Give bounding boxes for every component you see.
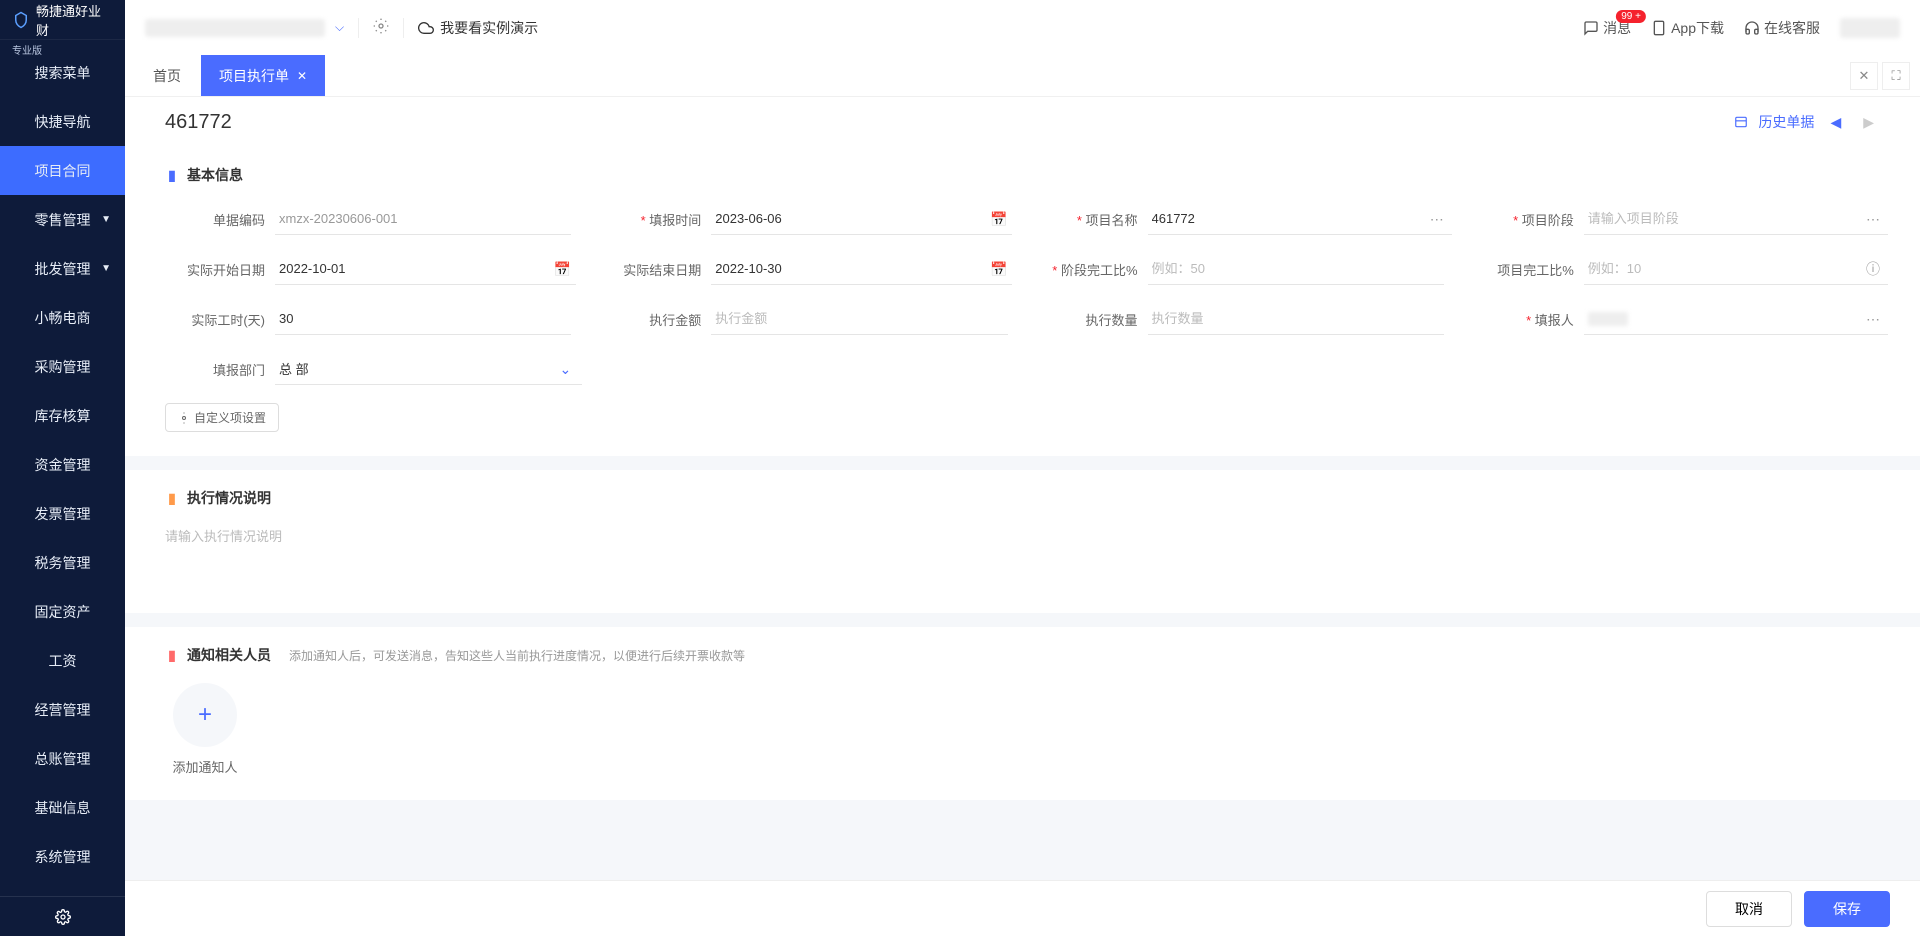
toolbar: 461772 历史单据 ◀ ▶ xyxy=(125,97,1920,147)
chevron-down-icon: ⌵ xyxy=(335,20,344,35)
nav-item-7[interactable]: 库存核算 xyxy=(0,391,125,440)
next-arrow[interactable]: ▶ xyxy=(1857,114,1880,131)
reporter-input[interactable] xyxy=(1584,303,1888,335)
cloud-icon xyxy=(418,20,434,36)
message-icon xyxy=(1583,20,1599,36)
nav-item-4[interactable]: 批发管理▼ xyxy=(0,244,125,293)
demo-link[interactable]: 我要看实例演示 xyxy=(418,18,538,38)
app-download[interactable]: App下载 xyxy=(1651,18,1724,38)
exec-textarea[interactable] xyxy=(165,526,1880,586)
cancel-button[interactable]: 取消 xyxy=(1706,891,1792,927)
nav-item-10[interactable]: 税务管理 xyxy=(0,538,125,587)
header-gear[interactable] xyxy=(373,18,389,37)
tab-0[interactable]: 首页 xyxy=(135,55,199,96)
nav-item-12[interactable]: 工资 xyxy=(0,636,125,685)
nav-item-3[interactable]: 零售管理▼ xyxy=(0,195,125,244)
qty-input[interactable] xyxy=(1148,303,1444,335)
section-basic: ▮ 基本信息 单据编码 填报时间📅 项目名称⋯ 项目阶段⋯ 实际开始日期📅 实际… xyxy=(125,147,1920,456)
logo: 畅捷通好业财 xyxy=(0,0,125,40)
close-icon[interactable]: ✕ xyxy=(297,69,307,83)
page-title: 461772 xyxy=(165,111,232,134)
messages[interactable]: 消息 99 + xyxy=(1583,18,1631,38)
tab-1[interactable]: 项目执行单✕ xyxy=(201,55,325,96)
phone-icon xyxy=(1651,20,1667,36)
end-date-input[interactable] xyxy=(711,253,1012,285)
days-input[interactable] xyxy=(275,303,571,335)
content: ▮ 基本信息 单据编码 填报时间📅 项目名称⋯ 项目阶段⋯ 实际开始日期📅 实际… xyxy=(125,147,1920,936)
form-icon: ▮ xyxy=(165,168,179,182)
settings-button[interactable] xyxy=(0,896,125,936)
chevron-down-icon: ▼ xyxy=(101,263,111,274)
history-link[interactable]: 历史单据 xyxy=(1758,112,1814,132)
amount-input[interactable] xyxy=(711,303,1007,335)
history-icon xyxy=(1734,115,1748,129)
start-date-input[interactable] xyxy=(275,253,576,285)
custom-fields-button[interactable]: 自定义项设置 xyxy=(165,403,279,432)
nav-item-8[interactable]: 资金管理 xyxy=(0,440,125,489)
nav-item-16[interactable]: 系统管理 xyxy=(0,832,125,881)
message-badge: 99 + xyxy=(1616,10,1646,23)
footer: 取消 保存 xyxy=(125,880,1920,936)
sidebar: 畅捷通好业财 专业版 搜索菜单快捷导航项目合同零售管理▼批发管理▼小畅电商采购管… xyxy=(0,0,125,936)
headset-icon xyxy=(1744,20,1760,36)
brand-name: 畅捷通好业财 xyxy=(36,1,113,39)
nav-item-6[interactable]: 采购管理 xyxy=(0,342,125,391)
org-selector[interactable]: ⌵ xyxy=(145,19,344,37)
gear-icon xyxy=(55,909,71,925)
nav-item-2[interactable]: 项目合同 xyxy=(0,146,125,195)
nav: 搜索菜单快捷导航项目合同零售管理▼批发管理▼小畅电商采购管理库存核算资金管理发票… xyxy=(0,40,125,896)
nav-item-1[interactable]: 快捷导航 xyxy=(0,97,125,146)
nav-item-5[interactable]: 小畅电商 xyxy=(0,293,125,342)
main: ⌵ 我要看实例演示 消息 99 + App下载 xyxy=(125,0,1920,936)
gear-icon xyxy=(373,18,389,34)
person-icon: ▮ xyxy=(165,648,179,662)
tab-close-all[interactable]: ✕ xyxy=(1850,62,1878,90)
phase-pct-input[interactable] xyxy=(1148,253,1444,285)
logo-icon xyxy=(12,11,30,29)
gear-icon xyxy=(178,412,190,424)
proj-phase-input[interactable] xyxy=(1584,203,1888,235)
nav-item-14[interactable]: 总账管理 xyxy=(0,734,125,783)
nav-item-11[interactable]: 固定资产 xyxy=(0,587,125,636)
fill-time-input[interactable] xyxy=(711,203,1012,235)
note-icon: ▮ xyxy=(165,491,179,505)
proj-pct-input[interactable] xyxy=(1584,253,1888,285)
tab-bar: 首页项目执行单✕ ✕ ⛶ xyxy=(125,55,1920,97)
prev-arrow[interactable]: ◀ xyxy=(1824,114,1847,131)
add-person-button[interactable]: + xyxy=(173,683,237,747)
section-notify: ▮ 通知相关人员 添加通知人后，可发送消息，告知这些人当前执行进度情况，以便进行… xyxy=(125,627,1920,800)
dept-input[interactable] xyxy=(275,353,582,385)
doc-no-input xyxy=(275,203,571,235)
save-button[interactable]: 保存 xyxy=(1804,891,1890,927)
nav-item-13[interactable]: 经营管理 xyxy=(0,685,125,734)
chevron-down-icon: ▼ xyxy=(101,214,111,225)
section-exec: ▮ 执行情况说明 xyxy=(125,470,1920,613)
nav-item-15[interactable]: 基础信息 xyxy=(0,783,125,832)
nav-item-9[interactable]: 发票管理 xyxy=(0,489,125,538)
tab-fullscreen[interactable]: ⛶ xyxy=(1882,62,1910,90)
customer-service[interactable]: 在线客服 xyxy=(1744,18,1820,38)
user-avatar[interactable] xyxy=(1840,18,1900,38)
proj-name-input[interactable] xyxy=(1148,203,1452,235)
header: ⌵ 我要看实例演示 消息 99 + App下载 xyxy=(125,0,1920,55)
nav-item-0[interactable]: 搜索菜单 xyxy=(0,48,125,97)
